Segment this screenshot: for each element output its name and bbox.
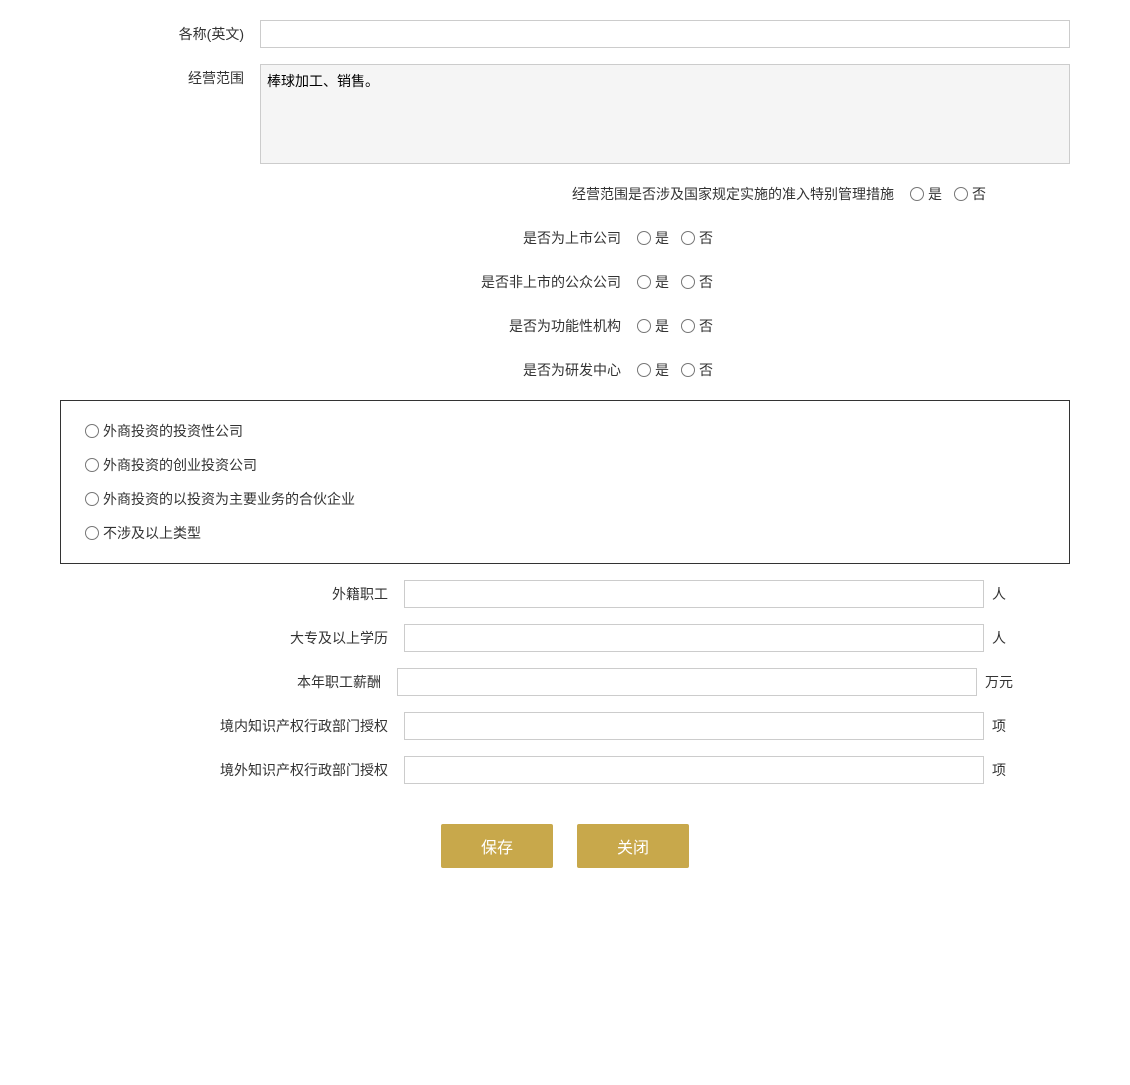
domestic-ip-input-wrap: 项 (404, 712, 1006, 740)
college-edu-input[interactable] (404, 624, 984, 652)
rd-yes[interactable]: 是 (637, 356, 669, 384)
foreign-invest-label-2: 外商投资的创业投资公司 (103, 455, 257, 475)
functional-org-label: 是否为功能性机构 (417, 312, 637, 340)
special-mgmt-yes-label: 是 (928, 180, 942, 208)
foreign-invest-label-4: 不涉及以上类型 (103, 523, 201, 543)
foreign-invest-option-4[interactable]: 不涉及以上类型 (85, 523, 201, 543)
functional-yes-label: 是 (655, 312, 669, 340)
rd-center-label: 是否为研发中心 (417, 356, 637, 384)
foreign-ip-unit: 项 (992, 756, 1006, 784)
business-scope-textarea[interactable]: 棒球加工、销售。 (260, 64, 1070, 164)
rd-yes-label: 是 (655, 356, 669, 384)
annual-salary-unit: 万元 (985, 668, 1013, 696)
foreign-invest-radio-2[interactable] (85, 458, 99, 472)
functional-yes[interactable]: 是 (637, 312, 669, 340)
college-edu-label: 大专及以上学历 (124, 624, 404, 652)
rd-yes-radio[interactable] (637, 363, 651, 377)
annual-salary-row: 本年职工薪酬 万元 (60, 668, 1070, 696)
rd-no-radio[interactable] (681, 363, 695, 377)
foreign-invest-option-1-row: 外商投资的投资性公司 (85, 421, 1045, 441)
foreign-staff-row: 外籍职工 人 (60, 580, 1070, 608)
rd-center-row: 是否为研发中心 是 否 (60, 356, 1070, 384)
functional-org-radio-group: 是 否 (637, 312, 713, 340)
special-mgmt-label: 经营范围是否涉及国家规定实施的准入特别管理措施 (60, 184, 910, 204)
functional-yes-radio[interactable] (637, 319, 651, 333)
college-edu-unit: 人 (992, 624, 1006, 652)
foreign-invest-radio-1[interactable] (85, 424, 99, 438)
special-mgmt-yes-radio[interactable] (910, 187, 924, 201)
business-scope-label: 经营范围 (60, 64, 260, 92)
foreign-staff-input-wrap: 人 (404, 580, 1006, 608)
non-listed-public-row: 是否非上市的公众公司 是 否 (60, 268, 1070, 296)
domestic-ip-row: 境内知识产权行政部门授权 项 (60, 712, 1070, 740)
foreign-invest-label-3: 外商投资的以投资为主要业务的合伙企业 (103, 489, 355, 509)
rd-no-label: 否 (699, 356, 713, 384)
button-row: 保存 关闭 (60, 824, 1070, 868)
foreign-invest-radio-4[interactable] (85, 526, 99, 540)
foreign-staff-label: 外籍职工 (124, 580, 404, 608)
listed-no-label: 否 (699, 224, 713, 252)
special-mgmt-no-radio[interactable] (954, 187, 968, 201)
foreign-invest-label-1: 外商投资的投资性公司 (103, 421, 243, 441)
listed-no[interactable]: 否 (681, 224, 713, 252)
close-button[interactable]: 关闭 (577, 824, 689, 868)
foreign-staff-unit: 人 (992, 580, 1006, 608)
foreign-invest-option-2[interactable]: 外商投资的创业投资公司 (85, 455, 257, 475)
non-listed-yes-label: 是 (655, 268, 669, 296)
listed-company-label: 是否为上市公司 (417, 224, 637, 252)
special-mgmt-radio-group: 是 否 (910, 180, 1070, 208)
non-listed-no-radio[interactable] (681, 275, 695, 289)
non-listed-yes[interactable]: 是 (637, 268, 669, 296)
domestic-ip-input[interactable] (404, 712, 984, 740)
listed-company-row: 是否为上市公司 是 否 (60, 224, 1070, 252)
listed-no-radio[interactable] (681, 231, 695, 245)
rd-center-radio-group: 是 否 (637, 356, 713, 384)
name-en-label: 各称(英文) (60, 20, 260, 48)
annual-salary-label: 本年职工薪酬 (117, 668, 397, 696)
foreign-invest-option-1[interactable]: 外商投资的投资性公司 (85, 421, 243, 441)
special-mgmt-no-label: 否 (972, 180, 986, 208)
non-listed-yes-radio[interactable] (637, 275, 651, 289)
name-en-row: 各称(英文) (60, 20, 1070, 48)
business-scope-row: 经营范围 棒球加工、销售。 (60, 64, 1070, 164)
special-mgmt-no[interactable]: 否 (954, 180, 986, 208)
name-en-input[interactable] (260, 20, 1070, 48)
listed-yes-label: 是 (655, 224, 669, 252)
foreign-ip-label: 境外知识产权行政部门授权 (124, 756, 404, 784)
college-edu-row: 大专及以上学历 人 (60, 624, 1070, 652)
foreign-invest-option-2-row: 外商投资的创业投资公司 (85, 455, 1045, 475)
special-mgmt-row: 经营范围是否涉及国家规定实施的准入特别管理措施 是 否 (60, 180, 1070, 208)
listed-yes[interactable]: 是 (637, 224, 669, 252)
functional-no-label: 否 (699, 312, 713, 340)
foreign-ip-input-wrap: 项 (404, 756, 1006, 784)
foreign-invest-box: 外商投资的投资性公司 外商投资的创业投资公司 外商投资的以投资为主要业务的合伙企… (60, 400, 1070, 564)
non-listed-no-label: 否 (699, 268, 713, 296)
functional-no[interactable]: 否 (681, 312, 713, 340)
annual-salary-input-wrap: 万元 (397, 668, 1013, 696)
foreign-invest-option-4-row: 不涉及以上类型 (85, 523, 1045, 543)
listed-yes-radio[interactable] (637, 231, 651, 245)
non-listed-no[interactable]: 否 (681, 268, 713, 296)
rd-no[interactable]: 否 (681, 356, 713, 384)
special-mgmt-yes[interactable]: 是 (910, 180, 942, 208)
foreign-invest-option-3[interactable]: 外商投资的以投资为主要业务的合伙企业 (85, 489, 355, 509)
domestic-ip-unit: 项 (992, 712, 1006, 740)
functional-no-radio[interactable] (681, 319, 695, 333)
foreign-invest-radio-3[interactable] (85, 492, 99, 506)
college-edu-input-wrap: 人 (404, 624, 1006, 652)
foreign-ip-input[interactable] (404, 756, 984, 784)
functional-org-row: 是否为功能性机构 是 否 (60, 312, 1070, 340)
domestic-ip-label: 境内知识产权行政部门授权 (124, 712, 404, 740)
foreign-ip-row: 境外知识产权行政部门授权 项 (60, 756, 1070, 784)
listed-company-radio-group: 是 否 (637, 224, 713, 252)
annual-salary-input[interactable] (397, 668, 977, 696)
foreign-invest-option-3-row: 外商投资的以投资为主要业务的合伙企业 (85, 489, 1045, 509)
foreign-staff-input[interactable] (404, 580, 984, 608)
form-container: 各称(英文) 经营范围 棒球加工、销售。 经营范围是否涉及国家规定实施的准入特别… (60, 20, 1070, 868)
non-listed-public-radio-group: 是 否 (637, 268, 713, 296)
non-listed-public-label: 是否非上市的公众公司 (417, 268, 637, 296)
save-button[interactable]: 保存 (441, 824, 553, 868)
